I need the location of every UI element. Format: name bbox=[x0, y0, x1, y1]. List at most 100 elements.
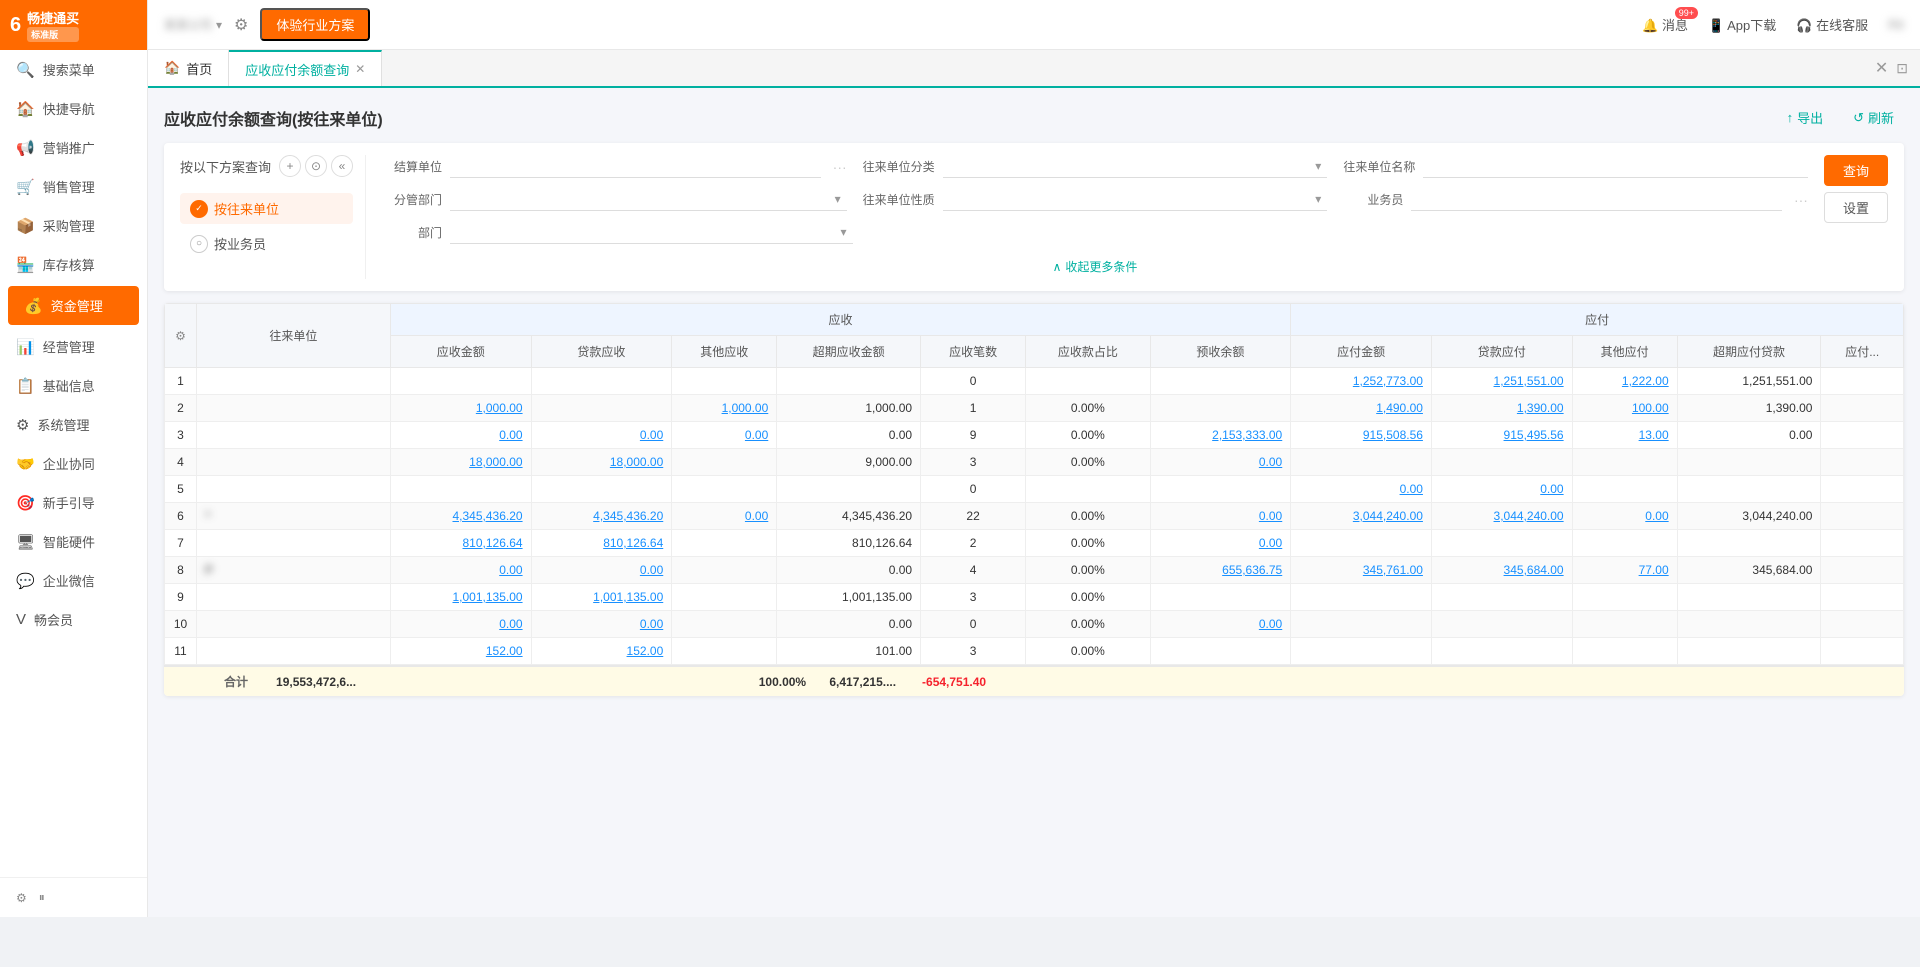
row-ar-amount[interactable]: 810,126.64 bbox=[390, 530, 531, 557]
row-ar-prepay[interactable]: 0.00 bbox=[1150, 611, 1291, 638]
row-ap-amount[interactable]: 1,490.00 bbox=[1291, 395, 1432, 422]
row-ap-other[interactable] bbox=[1572, 611, 1677, 638]
dept-select[interactable]: ▾ bbox=[450, 221, 853, 244]
row-ap-other[interactable]: 1,222.00 bbox=[1572, 368, 1677, 395]
promo-button[interactable]: 体验行业方案 bbox=[260, 8, 370, 41]
sidebar-item-finance[interactable]: 💰 资金管理 bbox=[8, 286, 139, 325]
row-ar-other[interactable] bbox=[672, 638, 777, 665]
settlement-input[interactable] bbox=[450, 155, 821, 178]
sidebar-item-marketing[interactable]: 📢 营销推广 bbox=[0, 128, 147, 167]
row-ap-other[interactable] bbox=[1572, 638, 1677, 665]
row-ar-other[interactable] bbox=[672, 449, 777, 476]
row-ar-amount[interactable]: 0.00 bbox=[390, 611, 531, 638]
sidebar-item-vip[interactable]: V 畅会员 bbox=[0, 600, 147, 639]
sidebar-item-sales[interactable]: 🛒 销售管理 bbox=[0, 167, 147, 206]
row-ar-other[interactable]: 0.00 bbox=[672, 422, 777, 449]
row-ap-loan[interactable]: 3,044,240.00 bbox=[1431, 503, 1572, 530]
sidebar-item-system[interactable]: ⚙ 系统管理 bbox=[0, 405, 147, 444]
row-ap-amount[interactable] bbox=[1291, 584, 1432, 611]
row-ap-loan[interactable]: 1,390.00 bbox=[1431, 395, 1572, 422]
row-ar-loan[interactable]: 0.00 bbox=[531, 422, 672, 449]
row-ap-amount[interactable]: 3,044,240.00 bbox=[1291, 503, 1432, 530]
row-ar-loan[interactable]: 4,345,436.20 bbox=[531, 503, 672, 530]
row-ar-amount[interactable] bbox=[390, 368, 531, 395]
row-ar-amount[interactable]: 152.00 bbox=[390, 638, 531, 665]
window-close-icon[interactable]: ✕ bbox=[1875, 58, 1888, 78]
row-ap-loan[interactable]: 1,251,551.00 bbox=[1431, 368, 1572, 395]
settlement-dots[interactable]: ··· bbox=[833, 159, 847, 175]
row-ap-amount[interactable] bbox=[1291, 611, 1432, 638]
row-ap-loan[interactable] bbox=[1431, 530, 1572, 557]
row-ar-amount[interactable]: 0.00 bbox=[390, 422, 531, 449]
row-ap-other[interactable] bbox=[1572, 476, 1677, 503]
tab-home[interactable]: 🏠 首页 bbox=[148, 50, 229, 86]
row-ar-other[interactable] bbox=[672, 611, 777, 638]
row-ap-other[interactable]: 100.00 bbox=[1572, 395, 1677, 422]
edit-scheme-button[interactable]: ⊙ bbox=[305, 155, 327, 177]
sidebar-item-inventory[interactable]: 🏪 库存核算 bbox=[0, 245, 147, 284]
prev-scheme-button[interactable]: « bbox=[331, 155, 353, 177]
row-ar-prepay[interactable]: 0.00 bbox=[1150, 530, 1291, 557]
sidebar-item-operations[interactable]: 📊 经营管理 bbox=[0, 327, 147, 366]
row-ar-other[interactable] bbox=[672, 476, 777, 503]
sidebar-item-basic-info[interactable]: 📋 基础信息 bbox=[0, 366, 147, 405]
refresh-button[interactable]: ↺ 刷新 bbox=[1843, 104, 1904, 131]
dept-manager-select[interactable]: ▾ bbox=[450, 188, 847, 211]
row-ap-other[interactable] bbox=[1572, 449, 1677, 476]
row-ap-amount[interactable] bbox=[1291, 449, 1432, 476]
row-ap-other[interactable] bbox=[1572, 584, 1677, 611]
row-ar-loan[interactable] bbox=[531, 395, 672, 422]
gear-icon[interactable]: ⚙ bbox=[234, 15, 248, 35]
row-ar-prepay[interactable] bbox=[1150, 584, 1291, 611]
row-ar-amount[interactable]: 1,000.00 bbox=[390, 395, 531, 422]
sidebar-item-search-menu[interactable]: 🔍 搜索菜单 bbox=[0, 50, 147, 89]
row-ap-other[interactable]: 13.00 bbox=[1572, 422, 1677, 449]
sidebar-item-wechat[interactable]: 💬 企业微信 bbox=[0, 561, 147, 600]
collapse-more-button[interactable]: ∧ 收起更多条件 bbox=[382, 254, 1808, 279]
row-ar-amount[interactable] bbox=[390, 476, 531, 503]
scheme-by-unit[interactable]: ✓ 按往来单位 bbox=[180, 193, 353, 224]
row-ar-loan[interactable]: 0.00 bbox=[531, 557, 672, 584]
sidebar-item-quick-nav[interactable]: 🏠 快捷导航 bbox=[0, 89, 147, 128]
row-ap-loan[interactable]: 0.00 bbox=[1431, 476, 1572, 503]
row-ar-other[interactable] bbox=[672, 368, 777, 395]
set-button[interactable]: 设置 bbox=[1824, 192, 1888, 223]
row-ap-amount[interactable]: 345,761.00 bbox=[1291, 557, 1432, 584]
user-info[interactable]: Rit bbox=[1888, 17, 1904, 32]
message-badge[interactable]: 🔔 消息 99+ bbox=[1642, 15, 1688, 34]
row-ap-loan[interactable]: 345,684.00 bbox=[1431, 557, 1572, 584]
row-ap-loan[interactable]: 915,495.56 bbox=[1431, 422, 1572, 449]
row-ap-other[interactable] bbox=[1572, 530, 1677, 557]
unit-name-input[interactable] bbox=[1423, 155, 1808, 178]
row-ar-prepay[interactable] bbox=[1150, 638, 1291, 665]
row-ap-loan[interactable] bbox=[1431, 611, 1572, 638]
row-ar-amount[interactable]: 1,001,135.00 bbox=[390, 584, 531, 611]
row-ap-other[interactable]: 77.00 bbox=[1572, 557, 1677, 584]
app-download[interactable]: 📱 App下载 bbox=[1708, 15, 1776, 34]
online-service[interactable]: 🎧 在线客服 bbox=[1796, 15, 1868, 34]
tab-close-icon[interactable]: ✕ bbox=[355, 62, 365, 76]
row-ap-loan[interactable] bbox=[1431, 449, 1572, 476]
row-ar-loan[interactable]: 0.00 bbox=[531, 611, 672, 638]
row-ar-amount[interactable]: 4,345,436.20 bbox=[390, 503, 531, 530]
row-ap-other[interactable]: 0.00 bbox=[1572, 503, 1677, 530]
row-ar-other[interactable]: 0.00 bbox=[672, 503, 777, 530]
window-maximize-icon[interactable]: ⊡ bbox=[1896, 60, 1908, 77]
row-ap-amount[interactable]: 915,508.56 bbox=[1291, 422, 1432, 449]
row-ar-prepay[interactable]: 655,636.75 bbox=[1150, 557, 1291, 584]
row-ap-amount[interactable]: 1,252,773.00 bbox=[1291, 368, 1432, 395]
tab-ar-ap[interactable]: 应收应付余额查询 ✕ bbox=[229, 50, 382, 86]
row-ar-amount[interactable]: 18,000.00 bbox=[390, 449, 531, 476]
row-ar-prepay[interactable]: 2,153,333.00 bbox=[1150, 422, 1291, 449]
salesperson-input[interactable] bbox=[1411, 188, 1782, 211]
query-button[interactable]: 查询 bbox=[1824, 155, 1888, 186]
row-ar-loan[interactable] bbox=[531, 476, 672, 503]
row-ap-amount[interactable] bbox=[1291, 530, 1432, 557]
row-ar-other[interactable] bbox=[672, 530, 777, 557]
sidebar-item-enterprise[interactable]: 🤝 企业协同 bbox=[0, 444, 147, 483]
row-ar-prepay[interactable]: 0.00 bbox=[1150, 503, 1291, 530]
sidebar-bottom[interactable]: ⚙ ⏸ bbox=[0, 877, 147, 917]
salesperson-dots[interactable]: ··· bbox=[1794, 192, 1808, 208]
row-ar-loan[interactable]: 1,001,135.00 bbox=[531, 584, 672, 611]
sidebar-item-purchase[interactable]: 📦 采购管理 bbox=[0, 206, 147, 245]
